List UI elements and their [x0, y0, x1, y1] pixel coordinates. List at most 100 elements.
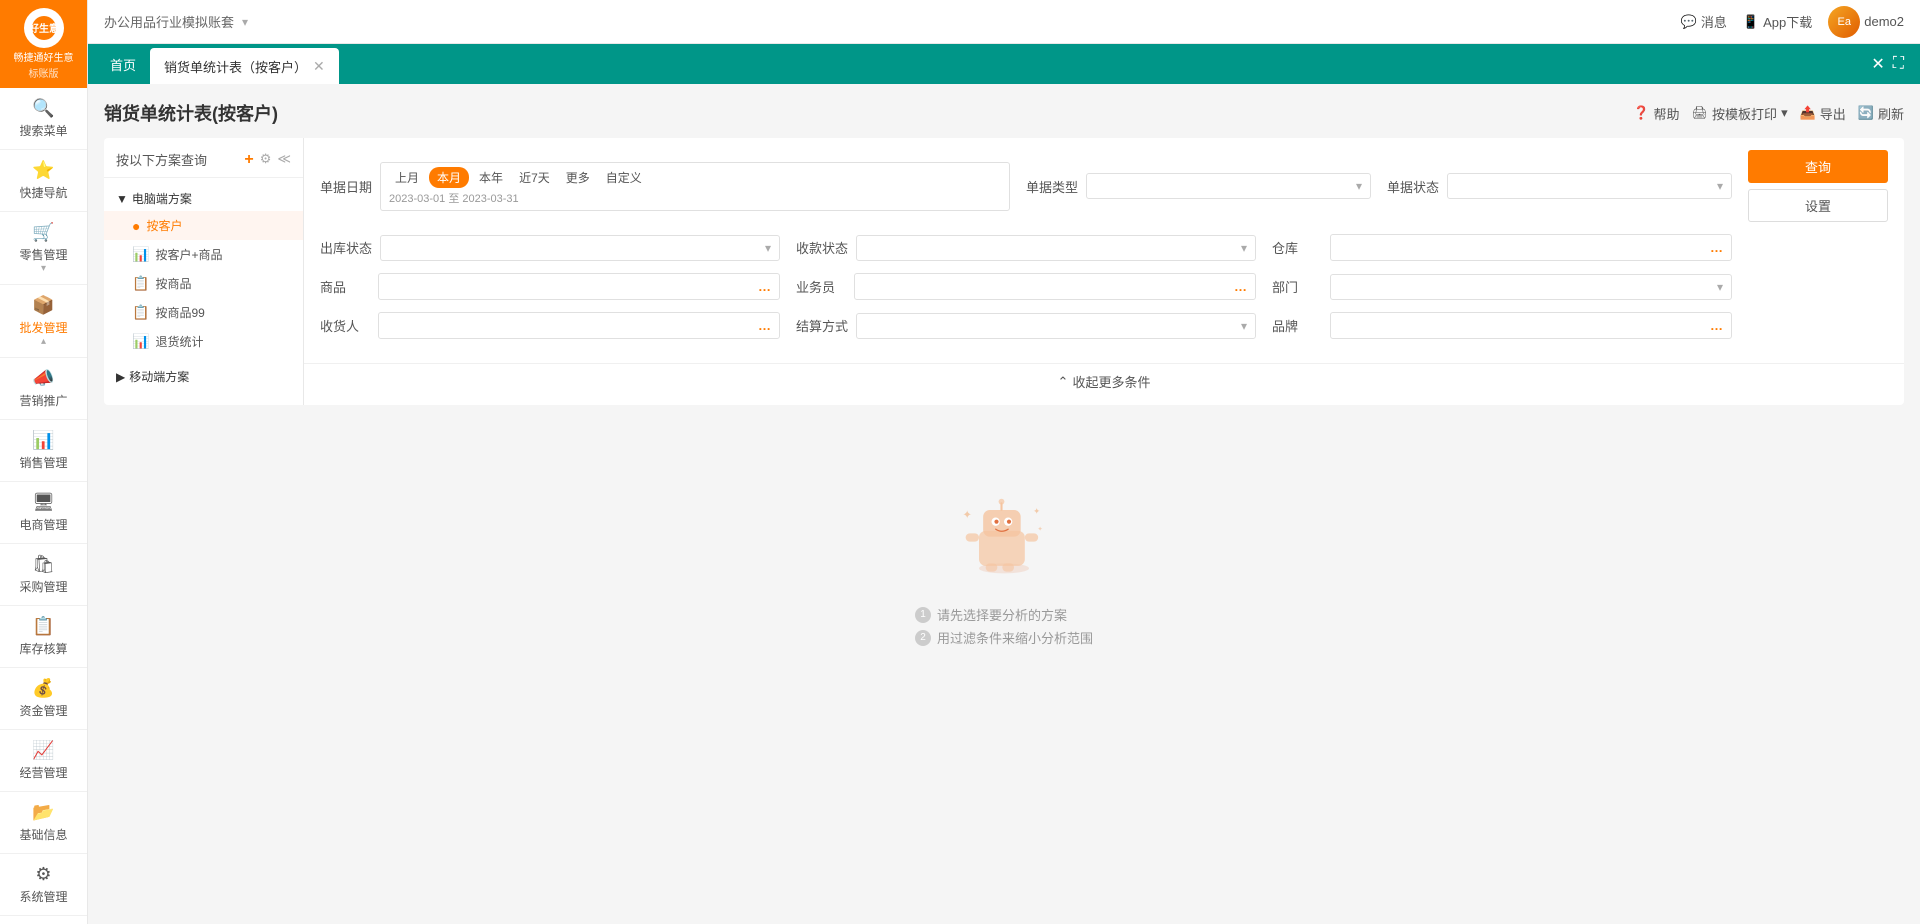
tab-sales-stat[interactable]: 销货单统计表（按客户） ✕	[150, 48, 339, 84]
sidebar-item-enterprise[interactable]: 🤝 企业协同	[0, 916, 87, 924]
scheme-by-customer-product[interactable]: 📊 按客户+商品	[104, 240, 303, 269]
btn-more[interactable]: 更多	[560, 167, 596, 188]
field-department: 部门 ▾	[1272, 274, 1732, 300]
product-label: 商品	[320, 277, 370, 296]
field-outbound-status: 出库状态 ▾	[320, 235, 780, 261]
empty-state: ✦ ✦ ✦ 1 请先选择要分析的方案 2 用过滤条件来缩小分析范围	[104, 405, 1904, 731]
btn-custom[interactable]: 自定义	[600, 167, 648, 188]
department-dropdown[interactable]: ▾	[1330, 274, 1732, 300]
collapse-bar[interactable]: ⌃ 收起更多条件	[304, 363, 1904, 399]
tab-close-icon[interactable]: ✕	[313, 58, 325, 75]
btn-last-7days[interactable]: 近7天	[513, 167, 556, 188]
tab-close-window-icon[interactable]: ✕	[1871, 54, 1884, 74]
settlement-dropdown[interactable]: ▾	[856, 313, 1256, 339]
field-receiver: 收货人 …	[320, 312, 780, 339]
sidebar-item-inventory[interactable]: 📋 库存核算	[0, 606, 87, 668]
by-product-label: 按商品	[155, 275, 191, 292]
department-label: 部门	[1272, 277, 1322, 296]
help-btn[interactable]: ❓ 帮助	[1633, 104, 1679, 123]
receiver-input[interactable]: …	[378, 312, 780, 339]
template-print-btn[interactable]: 🖨 按模板打印 ▾	[1692, 104, 1788, 123]
sidebar-item-ecommerce[interactable]: 🖥 电商管理	[0, 482, 87, 544]
payment-status-dropdown[interactable]: ▾	[856, 235, 1256, 261]
warehouse-input[interactable]: …	[1330, 234, 1732, 261]
tab-maximize-icon[interactable]: ⛶	[1893, 55, 1904, 73]
btn-last-month[interactable]: 上月	[389, 167, 425, 188]
scheme-by-customer[interactable]: ● 按客户	[104, 211, 303, 240]
sidebar-item-retail[interactable]: 🛒 零售管理 ▾	[0, 212, 87, 285]
svg-text:好生意: 好生意	[30, 22, 58, 35]
filter-form-wrapper: 单据日期 上月 本月 本年 近7天 更多 自定义 20	[304, 138, 1904, 405]
sidebar-item-system[interactable]: ⚙ 系统管理	[0, 854, 87, 916]
refresh-btn[interactable]: 🔄 刷新	[1858, 104, 1904, 123]
sidebar-item-purchase[interactable]: 🛍 采购管理	[0, 544, 87, 606]
outbound-status-dropdown[interactable]: ▾	[380, 235, 780, 261]
btn-this-month[interactable]: 本月	[429, 167, 469, 188]
btn-this-year[interactable]: 本年	[473, 167, 509, 188]
sidebar-item-operations[interactable]: 📈 经营管理	[0, 730, 87, 792]
scheme-return-stats[interactable]: 📊 退货统计	[104, 327, 303, 356]
topbar-title: 办公用品行业模拟账套	[104, 12, 234, 31]
brand-input[interactable]: …	[1330, 312, 1732, 339]
scheme-by-product-99[interactable]: 📋 按商品99	[104, 298, 303, 327]
add-scheme-icon[interactable]: +	[244, 151, 253, 169]
product-dots-icon[interactable]: …	[758, 279, 771, 294]
wholesale-icon: 📦	[32, 295, 54, 316]
tab-home[interactable]: 首页	[96, 44, 150, 84]
sidebar-item-finance[interactable]: 💰 资金管理	[0, 668, 87, 730]
field-date: 单据日期 上月 本月 本年 近7天 更多 自定义 20	[320, 162, 1010, 211]
app-download-btn[interactable]: 📱 App下载	[1743, 12, 1812, 31]
desktop-group-title[interactable]: ▼ 电脑端方案	[104, 186, 303, 211]
brand-dots-icon[interactable]: …	[1710, 318, 1723, 333]
page-header: 销货单统计表(按客户) ❓ 帮助 🖨 按模板打印 ▾ 📤 导出 🔄 刷新	[104, 100, 1904, 126]
mobile-group-title[interactable]: ▶ 移动端方案	[104, 364, 303, 389]
return-stats-icon: 📊	[132, 333, 149, 350]
tip-1-text: 请先选择要分析的方案	[937, 605, 1067, 624]
topbar: 办公用品行业模拟账套 ▾ 💬 消息 📱 App下载 Ea demo2	[88, 0, 1920, 44]
topbar-dropdown-icon[interactable]: ▾	[242, 15, 248, 29]
user-profile[interactable]: Ea demo2	[1828, 6, 1904, 38]
sidebar-item-purchase-label: 采购管理	[19, 578, 67, 595]
salesperson-input[interactable]: …	[854, 273, 1256, 300]
salesperson-label: 业务员	[796, 277, 846, 296]
sidebar-item-search[interactable]: 🔍 搜索菜单	[0, 88, 87, 150]
product-input[interactable]: …	[378, 273, 780, 300]
scheme-by-product[interactable]: 📋 按商品	[104, 269, 303, 298]
export-btn[interactable]: 📤 导出	[1800, 104, 1846, 123]
retail-icon: 🛒	[32, 222, 54, 243]
doc-status-chevron-icon: ▾	[1717, 179, 1723, 193]
sidebar-item-basic[interactable]: 📂 基础信息	[0, 792, 87, 854]
empty-tips: 1 请先选择要分析的方案 2 用过滤条件来缩小分析范围	[915, 601, 1093, 651]
tab-home-label: 首页	[110, 55, 136, 74]
svg-text:✦: ✦	[962, 508, 972, 521]
search-button[interactable]: 查询	[1748, 150, 1888, 183]
salesperson-dots-icon[interactable]: …	[1234, 279, 1247, 294]
collapse-sidebar-icon[interactable]: ≪	[277, 151, 291, 169]
field-salesperson: 业务员 …	[796, 273, 1256, 300]
search-nav-icon: 🔍	[32, 98, 54, 119]
sidebar-item-quick[interactable]: ⭐ 快捷导航	[0, 150, 87, 212]
tip-2-num: 2	[915, 630, 931, 646]
filter-sidebar-title: 按以下方案查询	[116, 150, 207, 169]
receiver-dots-icon[interactable]: …	[758, 318, 771, 333]
doc-status-dropdown[interactable]: ▾	[1447, 173, 1732, 199]
doc-type-chevron-icon: ▾	[1356, 179, 1362, 193]
sidebar-item-retail-label: 零售管理	[19, 246, 67, 263]
settings-button[interactable]: 设置	[1748, 189, 1888, 222]
operations-icon: 📈	[32, 740, 54, 761]
sidebar-item-wholesale[interactable]: 📦 批发管理 ▴	[0, 285, 87, 358]
system-icon: ⚙	[35, 864, 51, 885]
sidebar-item-sales-label: 销售管理	[19, 454, 67, 471]
warehouse-dots-icon[interactable]: …	[1710, 240, 1723, 255]
sidebar-item-wholesale-label: 批发管理	[19, 319, 67, 336]
message-btn[interactable]: 💬 消息	[1681, 12, 1727, 31]
settings-scheme-icon[interactable]: ⚙	[260, 151, 272, 169]
doc-type-dropdown[interactable]: ▾	[1086, 173, 1371, 199]
sidebar-item-marketing[interactable]: 📣 营销推广	[0, 358, 87, 420]
tab-sales-stat-label: 销货单统计表（按客户）	[164, 57, 307, 76]
field-warehouse: 仓库 …	[1272, 234, 1732, 261]
filter-sidebar-icons: + ⚙ ≪	[244, 151, 291, 169]
app-download-icon: 📱	[1743, 14, 1759, 30]
sidebar-item-sales[interactable]: 📊 销售管理	[0, 420, 87, 482]
desktop-scheme-group: ▼ 电脑端方案 ● 按客户 📊 按客户+商品 📋 按商品	[104, 182, 303, 360]
